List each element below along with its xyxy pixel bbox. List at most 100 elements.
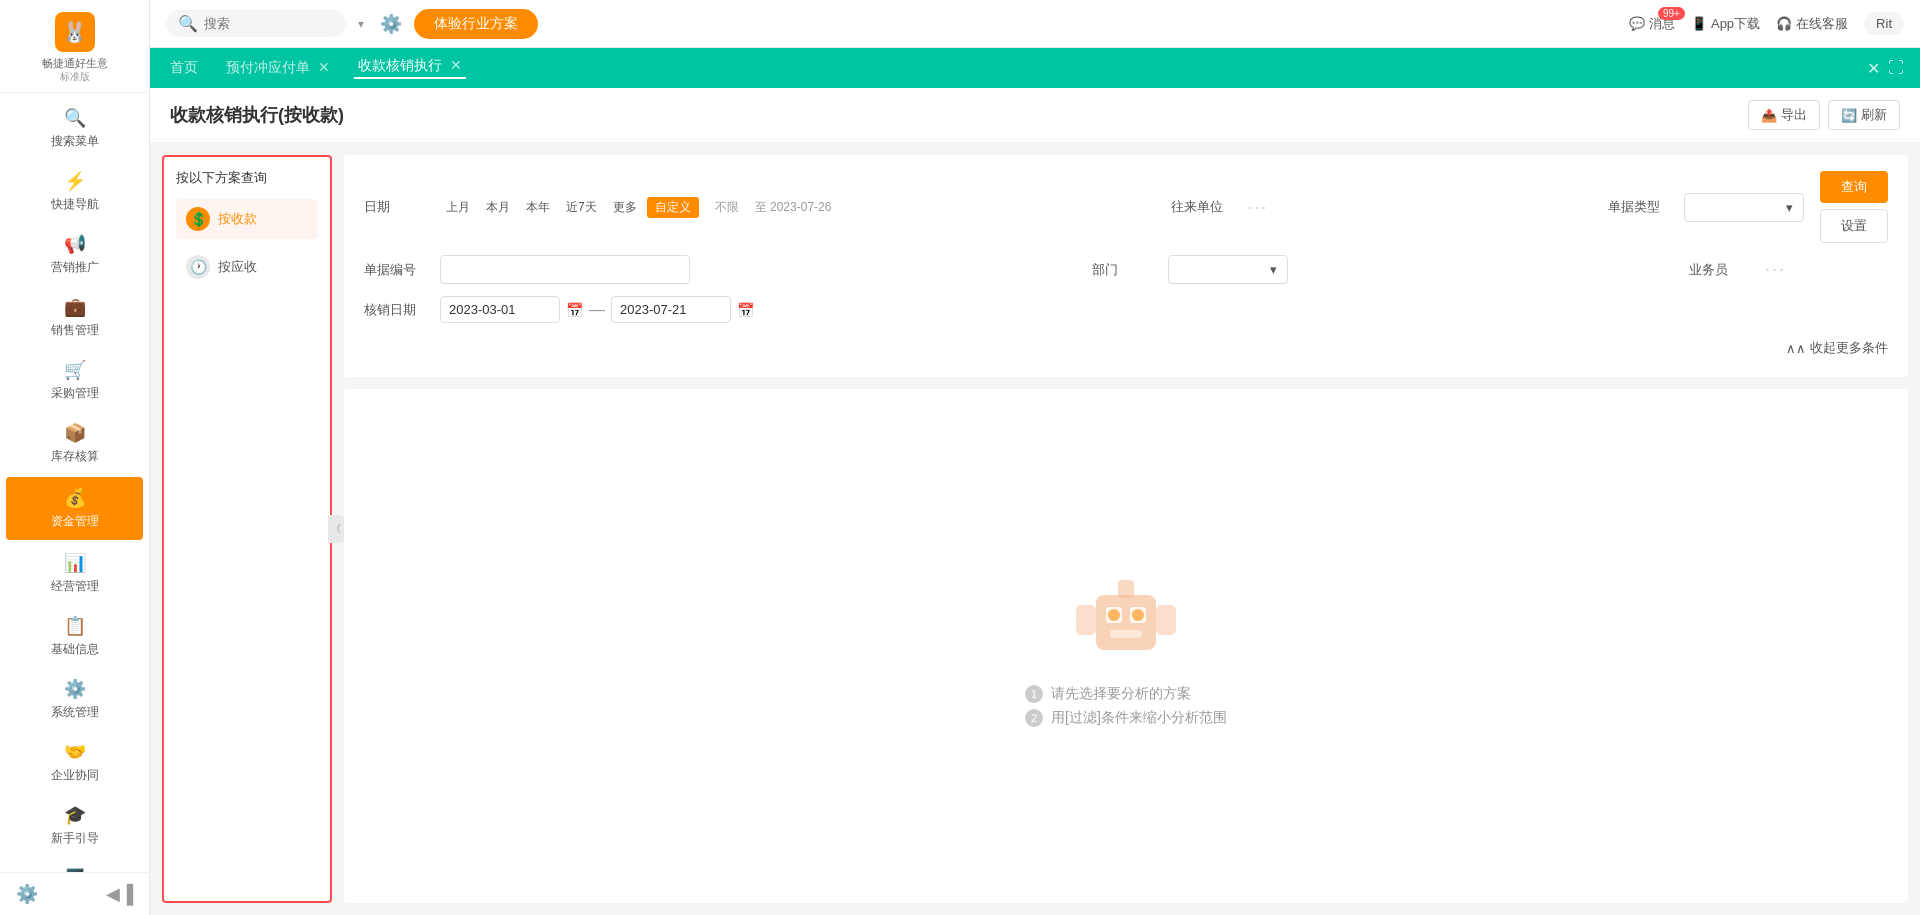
step-1-num: 1 (1025, 685, 1043, 703)
last-7-days-btn[interactable]: 近7天 (560, 197, 603, 218)
tab-receivable-close[interactable]: ✕ (450, 57, 462, 73)
svg-point-8 (1132, 609, 1144, 621)
calendar-start-icon[interactable]: 📅 (566, 302, 583, 318)
step-2-text: 用[过滤]条件来缩小分析范围 (1051, 709, 1227, 727)
page-actions: 📤 导出 🔄 刷新 (1748, 100, 1900, 130)
sidebar-footer: ⚙️ ◀▐ (0, 872, 149, 915)
service-icon: 🎧 (1776, 16, 1792, 31)
svg-rect-6 (1156, 605, 1176, 635)
counterparty-dots[interactable]: ··· (1247, 197, 1268, 218)
sales-icon: 💼 (64, 296, 86, 318)
doc-type-chevron: ▾ (1786, 200, 1793, 215)
svg-rect-3 (1110, 630, 1142, 638)
sidebar-item-purchase[interactable]: 🛒 采购管理 (0, 349, 149, 412)
sidebar-label-sales: 销售管理 (51, 322, 99, 339)
staff-dots[interactable]: ··· (1765, 259, 1786, 280)
user-profile[interactable]: Rit (1864, 12, 1904, 35)
search-dropdown-icon[interactable]: ▾ (358, 17, 364, 31)
right-panel: 日期 上月 本月 本年 近7天 更多 自定义 不限 至 2023-07-26 往… (344, 155, 1908, 903)
doc-type-select[interactable]: ▾ (1684, 193, 1804, 222)
last-month-btn[interactable]: 上月 (440, 197, 476, 218)
tab-prepay[interactable]: 预付冲应付单 ✕ (222, 59, 334, 77)
page-title: 收款核销执行(按收款) (170, 103, 344, 127)
collapse-more-button[interactable]: ∧∧ 收起更多条件 (364, 335, 1888, 361)
message-icon: 💬 (1629, 16, 1645, 31)
tab-receivable[interactable]: 收款核销执行 ✕ (354, 57, 466, 79)
sidebar-label-quick: 快捷导航 (51, 196, 99, 213)
setting-button[interactable]: 设置 (1820, 209, 1888, 243)
sidebar-item-sales[interactable]: 💼 销售管理 (0, 286, 149, 349)
app-icon: 📱 (1691, 16, 1707, 31)
filter-row-1: 日期 上月 本月 本年 近7天 更多 自定义 不限 至 2023-07-26 往… (364, 171, 1888, 243)
app-download-button[interactable]: 📱 App下载 (1691, 15, 1760, 33)
main-area: 🔍 ▾ ⚙️ 体验行业方案 💬 消息 99+ 📱 App下载 🎧 在线客服 Ri… (150, 0, 1920, 915)
sidebar-item-hardware[interactable]: 🖥️ 智能硬件 (0, 857, 149, 872)
query-button[interactable]: 查询 (1820, 171, 1888, 203)
topbar-search-box[interactable]: 🔍 (166, 10, 346, 37)
staff-label: 业务员 (1689, 261, 1749, 279)
settings-gear-icon[interactable]: ⚙️ (380, 13, 402, 35)
panel-item-by-receivable[interactable]: 🕐 按应收 (176, 247, 318, 287)
guide-icon: 🎓 (64, 804, 86, 826)
collapse-sidebar-icon[interactable]: ◀▐ (106, 883, 133, 905)
message-button[interactable]: 💬 消息 99+ (1629, 15, 1675, 33)
tab-close-all-icon[interactable]: ✕ (1867, 59, 1880, 78)
sidebar-item-quick[interactable]: ⚡ 快捷导航 (0, 160, 149, 223)
filter-area: 日期 上月 本月 本年 近7天 更多 自定义 不限 至 2023-07-26 往… (344, 155, 1908, 377)
sidebar-item-basic[interactable]: 📋 基础信息 (0, 605, 149, 668)
sidebar: 🐰 畅捷通好生意 标准版 🔍 搜索菜单 ⚡ 快捷导航 📢 营销推广 💼 销售管理… (0, 0, 150, 915)
sidebar-label-collab: 企业协同 (51, 767, 99, 784)
export-icon: 📤 (1761, 108, 1777, 123)
message-badge: 99+ (1658, 7, 1685, 20)
solution-button[interactable]: 体验行业方案 (414, 9, 538, 39)
doc-no-label: 单据编号 (364, 261, 424, 279)
refresh-button[interactable]: 🔄 刷新 (1828, 100, 1900, 130)
calendar-end-icon[interactable]: 📅 (737, 302, 754, 318)
topbar-right: 💬 消息 99+ 📱 App下载 🎧 在线客服 Rit (1629, 12, 1904, 35)
this-year-btn[interactable]: 本年 (520, 197, 556, 218)
tab-prepay-close[interactable]: ✕ (318, 59, 330, 75)
settings-footer-icon[interactable]: ⚙️ (16, 883, 38, 905)
tab-home[interactable]: 首页 (166, 59, 202, 77)
left-filter-panel: 按以下方案查询 💲 按收款 🕐 按应收 《 (162, 155, 332, 903)
app-version: 标准版 (60, 70, 90, 84)
sidebar-label-inventory: 库存核算 (51, 448, 99, 465)
verify-date-start[interactable] (440, 296, 560, 323)
sidebar-item-collab[interactable]: 🤝 企业协同 (0, 731, 149, 794)
system-icon: ⚙️ (64, 678, 86, 700)
export-button[interactable]: 📤 导出 (1748, 100, 1820, 130)
sidebar-label-operations: 经营管理 (51, 578, 99, 595)
dept-select[interactable]: ▾ (1168, 255, 1288, 284)
tab-expand-icon[interactable]: ⛶ (1888, 59, 1904, 77)
custom-date-btn[interactable]: 自定义 (647, 197, 699, 218)
search-input[interactable] (204, 16, 334, 31)
search-menu-icon: 🔍 (64, 107, 86, 129)
empty-step-2: 2 用[过滤]条件来缩小分析范围 (1025, 709, 1227, 727)
sidebar-item-guide[interactable]: 🎓 新手引导 (0, 794, 149, 857)
search-icon: 🔍 (178, 14, 198, 33)
sidebar-item-finance[interactable]: 💰 资金管理 (6, 477, 143, 540)
sidebar-item-marketing[interactable]: 📢 营销推广 (0, 223, 149, 286)
receipt-icon: 💲 (186, 207, 210, 231)
panel-item-by-receipt[interactable]: 💲 按收款 (176, 199, 318, 239)
dept-label: 部门 (1092, 261, 1152, 279)
verify-date-end[interactable] (611, 296, 731, 323)
online-service-button[interactable]: 🎧 在线客服 (1776, 15, 1848, 33)
sidebar-item-search[interactable]: 🔍 搜索菜单 (0, 97, 149, 160)
empty-illustration (1066, 565, 1186, 665)
panel-collapse-button[interactable]: 《 (328, 515, 344, 543)
step-2-num: 2 (1025, 709, 1043, 727)
svg-point-7 (1108, 609, 1120, 621)
purchase-icon: 🛒 (64, 359, 86, 381)
more-date-btn[interactable]: 更多 (607, 197, 643, 218)
verify-date-range: 📅 — 📅 (440, 296, 754, 323)
sidebar-item-operations[interactable]: 📊 经营管理 (0, 542, 149, 605)
sidebar-item-system[interactable]: ⚙️ 系统管理 (0, 668, 149, 731)
svg-rect-4 (1118, 580, 1134, 598)
this-month-btn[interactable]: 本月 (480, 197, 516, 218)
page-header: 收款核销执行(按收款) 📤 导出 🔄 刷新 (150, 88, 1920, 143)
sidebar-item-inventory[interactable]: 📦 库存核算 (0, 412, 149, 475)
sidebar-label-system: 系统管理 (51, 704, 99, 721)
doc-no-input[interactable] (440, 255, 690, 284)
doc-type-label: 单据类型 (1608, 198, 1668, 216)
